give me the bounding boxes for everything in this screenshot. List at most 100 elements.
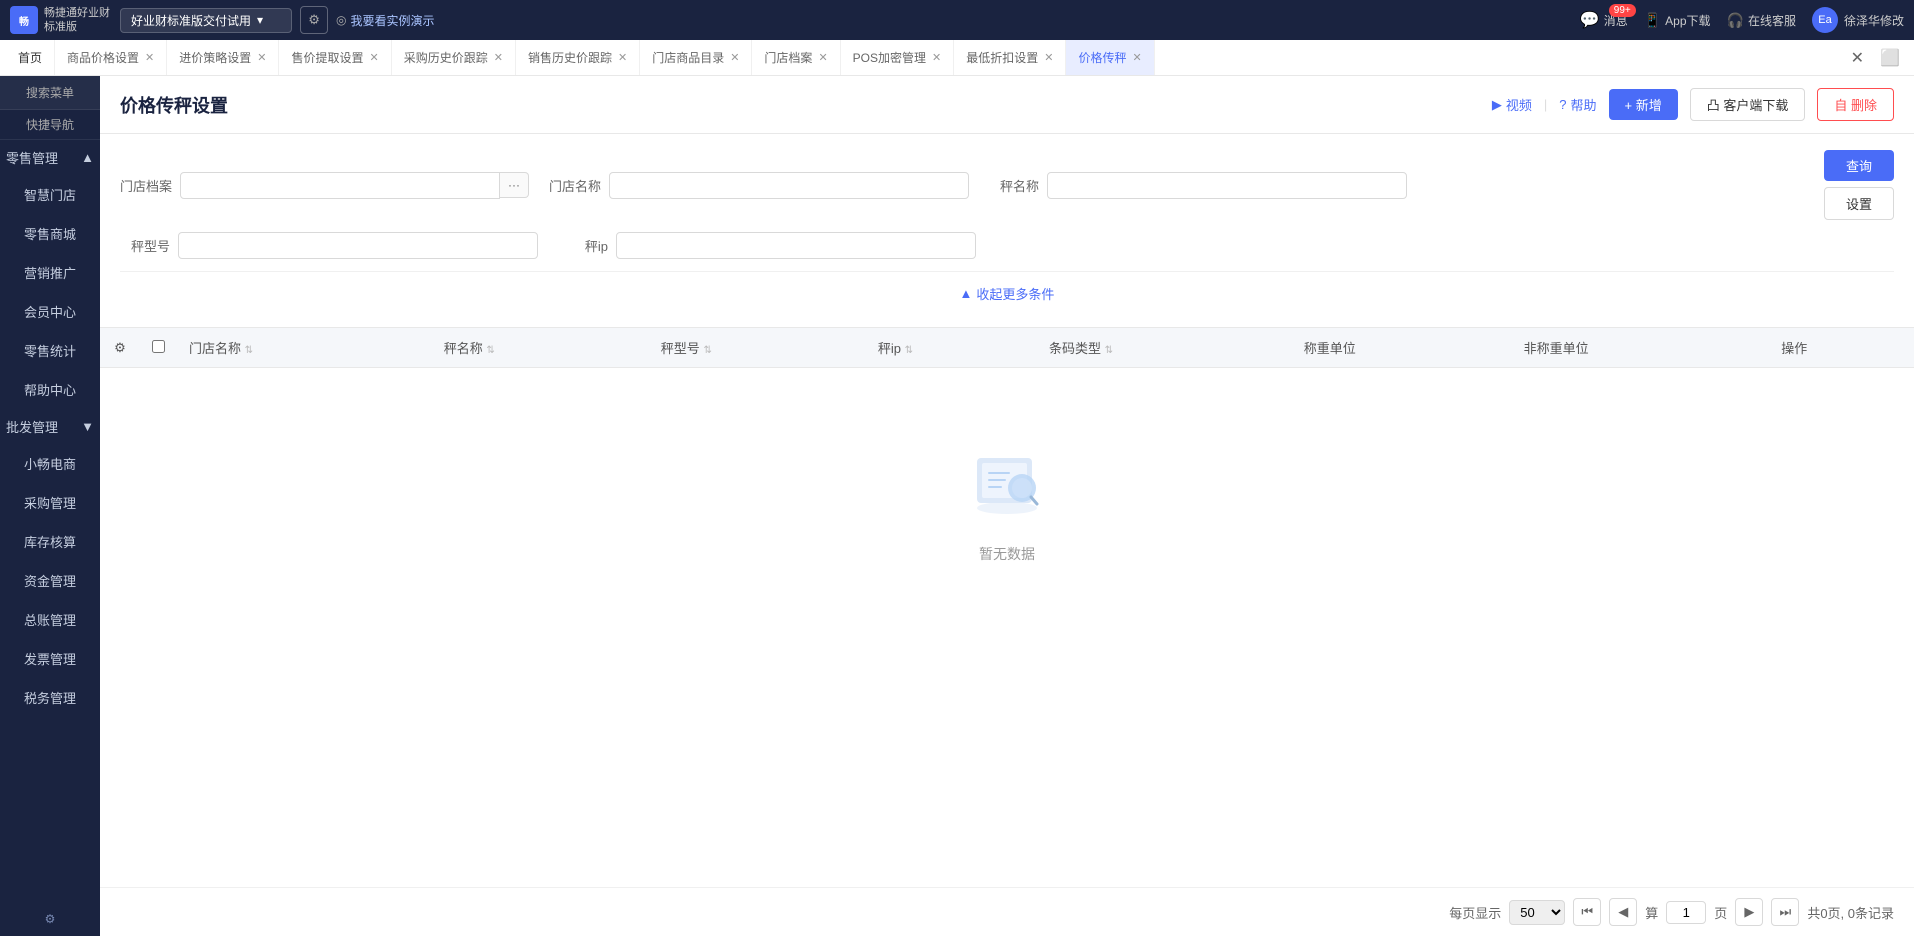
tab-close-price-scale[interactable]: ✕ [1132, 51, 1141, 64]
tab-bar: 首页 商品价格设置 ✕ 进价策略设置 ✕ 售价提取设置 ✕ 采购历史价跟踪 ✕ … [0, 40, 1914, 76]
page-header: 价格传秤设置 ▶ 视频 | ? 帮助 + 新增 凸 客户端下载 自 [100, 76, 1914, 134]
help-link[interactable]: ? 帮助 [1559, 95, 1596, 114]
tab-close-sale-price[interactable]: ✕ [370, 51, 379, 64]
page-actions: ▶ 视频 | ? 帮助 + 新增 凸 客户端下载 自 删除 [1492, 88, 1894, 121]
sidebar-section-wholesale[interactable]: 批发管理 ▼ [0, 409, 100, 444]
video-link[interactable]: ▶ 视频 [1492, 95, 1532, 114]
per-page-label: 每页显示 [1449, 903, 1501, 922]
page-title: 价格传秤设置 [120, 92, 228, 118]
tab-store-file[interactable]: 门店档案 ✕ [752, 40, 840, 76]
scale-ip-input[interactable] [616, 232, 976, 259]
demo-link[interactable]: ◎ 我要看实例演示 [336, 12, 435, 29]
message-action[interactable]: 💬 消息 99+ [1580, 10, 1628, 30]
empty-icon [957, 428, 1057, 528]
th-scale-ip[interactable]: 秤ip ⇅ [866, 328, 1037, 368]
filter-label-scale-model: 秤型号 [120, 236, 170, 255]
tab-close-pos-encrypt[interactable]: ✕ [932, 51, 941, 64]
query-button[interactable]: 查询 [1824, 150, 1894, 181]
sidebar-item-invoice[interactable]: 发票管理 [0, 639, 100, 678]
store-file-input[interactable] [180, 172, 500, 199]
version-settings-icon[interactable]: ⚙ [300, 6, 328, 34]
settings-button[interactable]: 设置 [1824, 187, 1894, 220]
sidebar-item-member[interactable]: 会员中心 [0, 292, 100, 331]
page-input[interactable] [1666, 901, 1706, 924]
scale-model-input[interactable] [178, 232, 538, 259]
th-scale-name[interactable]: 秤名称 ⇅ [432, 328, 649, 368]
tab-close-purchase-strategy[interactable]: ✕ [257, 51, 266, 64]
th-barcode-type[interactable]: 条码类型 ⇅ [1037, 328, 1292, 368]
collapse-button[interactable]: ▲ 收起更多条件 [952, 276, 1063, 311]
filter-label-store-file: 门店档案 [120, 176, 172, 195]
filter-area: 门店档案 ··· 门店名称 秤名称 查询 [100, 134, 1914, 328]
store-name-input[interactable] [609, 172, 969, 199]
tab-close-all-btn[interactable]: ✕ [1843, 44, 1872, 72]
tab-close-store-catalog[interactable]: ✕ [730, 51, 739, 64]
tab-sales-history[interactable]: 销售历史价跟踪 ✕ [516, 40, 640, 76]
download-button[interactable]: 凸 客户端下载 [1690, 88, 1806, 121]
store-file-ellipsis-btn[interactable]: ··· [500, 172, 529, 198]
prev-page-btn[interactable]: ◀ [1609, 898, 1637, 926]
filter-label-scale-name: 秤名称 [989, 176, 1039, 195]
tab-price-scale[interactable]: 价格传秤 ✕ [1066, 40, 1154, 76]
content-area: 价格传秤设置 ▶ 视频 | ? 帮助 + 新增 凸 客户端下载 自 [100, 76, 1914, 936]
tab-close-min-discount[interactable]: ✕ [1044, 51, 1053, 64]
tab-product-price[interactable]: 商品价格设置 ✕ [55, 40, 167, 76]
tab-purchase-strategy[interactable]: 进价策略设置 ✕ [167, 40, 279, 76]
select-all-checkbox[interactable] [152, 340, 165, 353]
table-header-row: ⚙ 门店名称 ⇅ 秤名称 ⇅ [100, 328, 1914, 368]
last-page-btn[interactable]: ⏭ [1771, 898, 1799, 926]
sidebar-settings-btn[interactable]: ⚙ [0, 902, 100, 936]
tab-maximize-btn[interactable]: ⬜ [1872, 44, 1908, 72]
tab-sale-price[interactable]: 售价提取设置 ✕ [279, 40, 391, 76]
th-weight-unit: 称重单位 [1292, 328, 1512, 368]
sidebar-item-smart-store[interactable]: 智慧门店 [0, 175, 100, 214]
next-page-btn[interactable]: ▶ [1735, 898, 1763, 926]
app-download-action[interactable]: 📱 App下载 [1644, 12, 1711, 29]
add-button[interactable]: + 新增 [1609, 89, 1678, 120]
sidebar-item-ledger[interactable]: 总账管理 [0, 600, 100, 639]
tab-bar-controls: ✕ ⬜ [1843, 44, 1908, 72]
sidebar-quick-nav[interactable]: 快捷导航 [0, 110, 100, 140]
filter-scale-ip: 秤ip [558, 232, 976, 259]
th-operation: 操作 [1769, 328, 1914, 368]
first-page-btn[interactable]: ⏮ [1573, 898, 1601, 926]
tab-store-catalog[interactable]: 门店商品目录 ✕ [640, 40, 752, 76]
tab-close-product-price[interactable]: ✕ [145, 51, 154, 64]
top-bar-right: 💬 消息 99+ 📱 App下载 🎧 在线客服 Ea 徐泽华修改 [1580, 7, 1904, 33]
sidebar-item-finance[interactable]: 资金管理 [0, 561, 100, 600]
sidebar-item-retail-mall[interactable]: 零售商城 [0, 214, 100, 253]
th-settings[interactable]: ⚙ [100, 328, 140, 368]
filter-buttons: 查询 设置 [1824, 150, 1894, 220]
tab-min-discount[interactable]: 最低折扣设置 ✕ [954, 40, 1066, 76]
filter-store-name: 门店名称 [549, 172, 969, 199]
version-selector[interactable]: 好业财标准版交付试用 ▾ [120, 8, 292, 33]
sidebar-item-help[interactable]: 帮助中心 [0, 370, 100, 409]
user-info[interactable]: Ea 徐泽华修改 [1812, 7, 1904, 33]
th-store-name[interactable]: 门店名称 ⇅ [177, 328, 432, 368]
empty-text: 暂无数据 [979, 544, 1035, 564]
filter-scale-name: 秤名称 [989, 172, 1407, 199]
tab-close-sales-history[interactable]: ✕ [618, 51, 627, 64]
online-service-action[interactable]: 🎧 在线客服 [1727, 12, 1796, 29]
empty-state: 暂无数据 [100, 368, 1914, 624]
sidebar-item-purchase[interactable]: 采购管理 [0, 483, 100, 522]
tab-home[interactable]: 首页 [6, 40, 55, 76]
tab-close-store-file[interactable]: ✕ [818, 51, 827, 64]
sidebar-item-ecommerce[interactable]: 小畅电商 [0, 444, 100, 483]
tab-pos-encrypt[interactable]: POS加密管理 ✕ [841, 40, 955, 76]
tab-close-purchase-history[interactable]: ✕ [494, 51, 503, 64]
table-area: ⚙ 门店名称 ⇅ 秤名称 ⇅ [100, 328, 1914, 936]
scale-name-input[interactable] [1047, 172, 1407, 199]
per-page-select[interactable]: 50 10 20 100 [1509, 900, 1565, 925]
th-scale-model[interactable]: 秤型号 ⇅ [649, 328, 866, 368]
delete-button[interactable]: 自 删除 [1817, 88, 1894, 121]
tab-purchase-history[interactable]: 采购历史价跟踪 ✕ [392, 40, 516, 76]
sidebar-item-marketing[interactable]: 营销推广 [0, 253, 100, 292]
filter-store-file-input-group: ··· [180, 172, 529, 199]
sidebar-search[interactable]: 搜索菜单 [0, 76, 100, 110]
sidebar-item-tax[interactable]: 税务管理 [0, 678, 100, 717]
main-layout: 搜索菜单 快捷导航 零售管理 ▲ 智慧门店 零售商城 营销推广 会员中心 零售统… [0, 76, 1914, 936]
sidebar-section-retail[interactable]: 零售管理 ▲ [0, 140, 100, 175]
sidebar-item-inventory[interactable]: 库存核算 [0, 522, 100, 561]
sidebar-item-retail-stats[interactable]: 零售统计 [0, 331, 100, 370]
